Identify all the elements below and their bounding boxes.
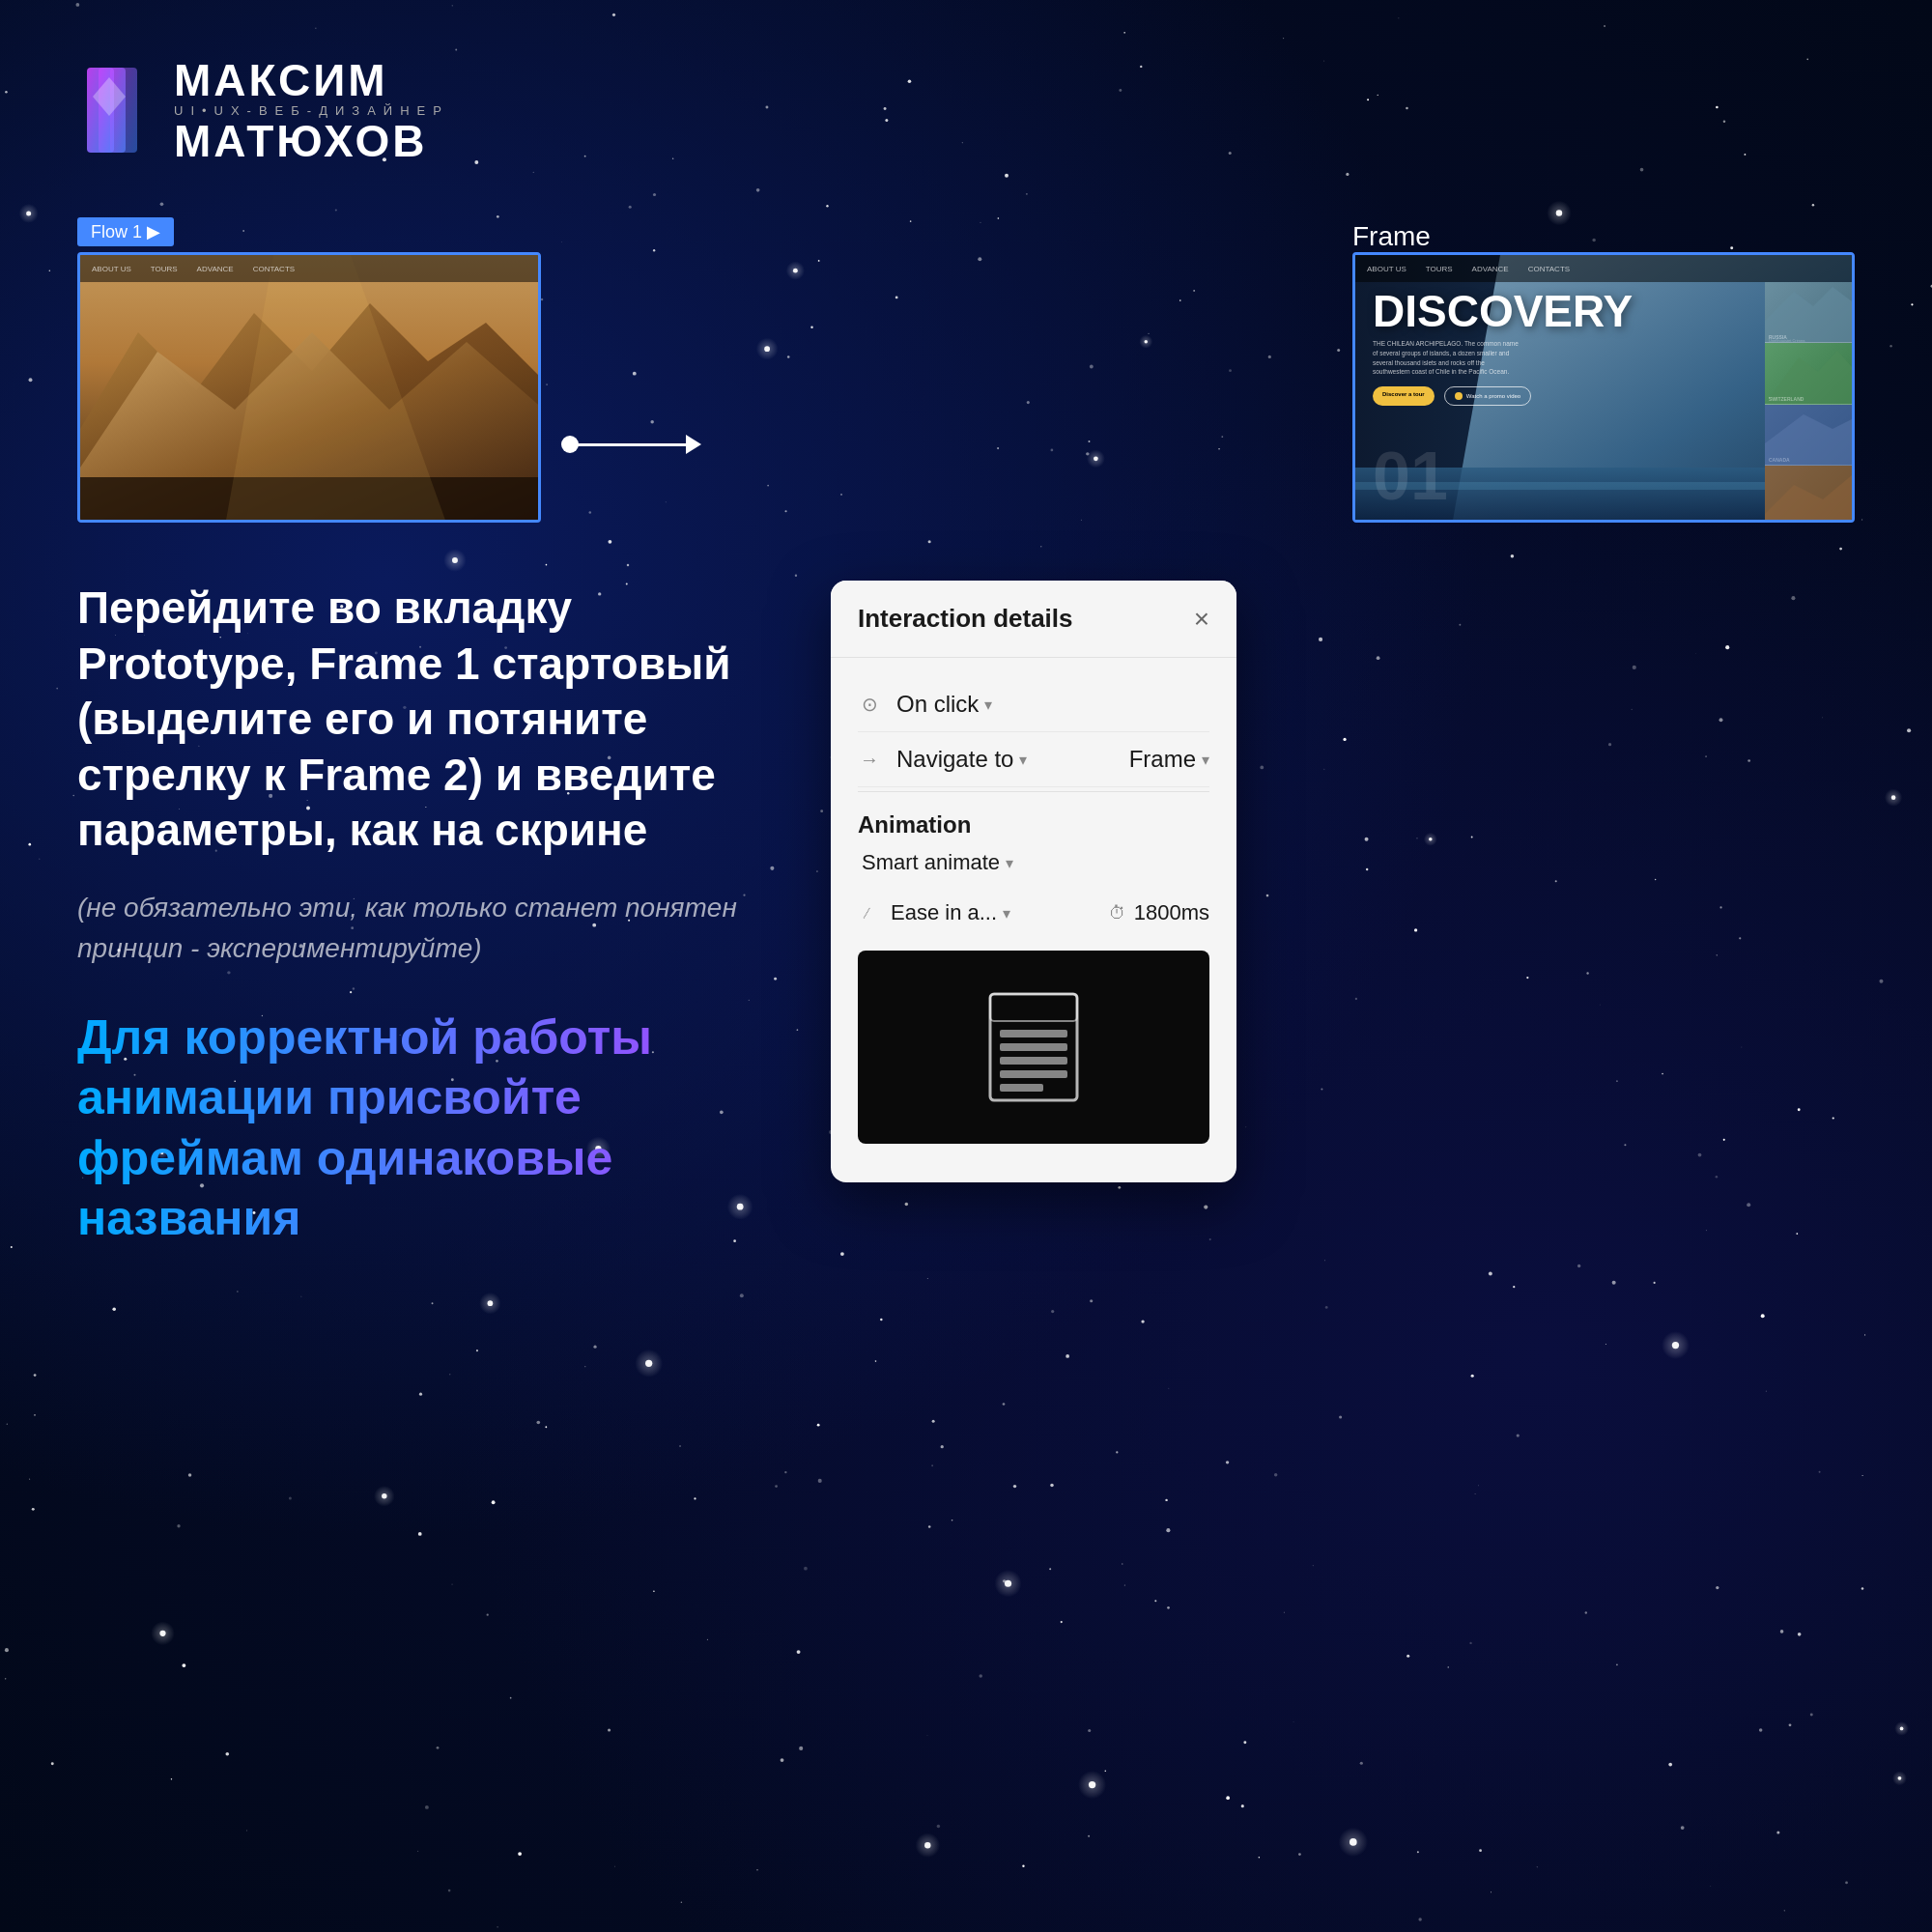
frame1-box: ABOUT US TOURS ADVANCE CONTACTS [77, 252, 541, 523]
panel-title: Interaction details [858, 604, 1073, 634]
thumb-extra [1765, 466, 1852, 523]
svg-rect-23 [990, 994, 1077, 1021]
ease-chevron: ▾ [1003, 904, 1010, 923]
smart-animate-label: Smart animate [862, 850, 1000, 875]
bottom-section: Перейдите во вкладку Prototype, Frame 1 … [77, 581, 1855, 1249]
time-input[interactable]: ⏱ 1800ms [1109, 900, 1209, 925]
clock-icon: ⏱ [1109, 903, 1126, 923]
ease-time-row: ⟋ Ease in a... ▾ ⏱ 1800ms [858, 891, 1209, 941]
on-click-dropdown[interactable]: On click ▾ [896, 691, 992, 718]
frame1-nav: ABOUT US TOURS ADVANCE CONTACTS [80, 255, 538, 282]
smart-animate-row: Smart animate ▾ [858, 846, 1209, 891]
arrow-line [570, 443, 686, 446]
nav2-item3: ADVANCE [1472, 265, 1509, 273]
discover-btn[interactable]: Discover a tour [1373, 386, 1435, 406]
side-thumbnails: RUSSIA Uneflnguistet Crimea SWITZERLAND … [1765, 282, 1852, 523]
smart-animate-chevron: ▾ [1006, 854, 1013, 872]
frames-section: Frame Flow 1 ▶ [77, 221, 1855, 523]
thumb-canada: CANADA [1765, 405, 1852, 466]
frame1-tag[interactable]: Flow 1 ▶ [77, 217, 174, 246]
svg-marker-16 [1765, 351, 1852, 404]
nav2-item4: CONTACTS [1528, 265, 1570, 273]
on-click-row: ⊙ On click ▾ [858, 677, 1209, 732]
navigate-to-row: → Navigate to ▾ Frame ▾ [858, 732, 1209, 787]
navigate-to-label: Navigate to [896, 746, 1013, 773]
frame-dropdown[interactable]: Frame ▾ [1129, 746, 1209, 773]
animation-preview [858, 951, 1209, 1144]
ease-dropdown[interactable]: Ease in a... ▾ [891, 900, 1010, 925]
frame2-box: ABOUT US TOURS ADVANCE CONTACTS DISCOVER… [1352, 252, 1855, 523]
logo-line2: МАТЮХОВ [174, 119, 449, 163]
svg-rect-27 [1000, 1070, 1067, 1078]
frame1-area: Frame Flow 1 ▶ [77, 221, 541, 523]
frame-dropdown-label: Frame [1129, 746, 1196, 773]
logo-text-block: МАКСИМ UI•UX-ВЕБ-ДИЗАЙНЕР МАТЮХОВ [174, 58, 449, 163]
svg-rect-2 [110, 68, 137, 153]
main-instruction-text: Перейдите во вкладку Prototype, Frame 1 … [77, 581, 753, 859]
arrow-dot [561, 436, 579, 453]
discovery-title: DISCOVERY [1373, 289, 1633, 333]
thumb-switzerland: SWITZERLAND [1765, 343, 1852, 404]
logo-icon [77, 63, 155, 159]
nav-item3: ADVANCE [197, 265, 234, 273]
navigate-to-dropdown[interactable]: Navigate to ▾ [896, 746, 1027, 773]
frame2-area: Frame [1352, 221, 1855, 523]
time-value: 1800ms [1134, 900, 1209, 925]
nav-item1: ABOUT US [92, 265, 131, 273]
svg-rect-24 [1000, 1030, 1067, 1037]
ease-curve-icon: ⟋ [856, 901, 878, 925]
svg-rect-28 [1000, 1084, 1043, 1092]
main-content: МАКСИМ UI•UX-ВЕБ-ДИЗАЙНЕР МАТЮХОВ Frame … [0, 0, 1932, 1932]
preview-icon [985, 989, 1082, 1105]
frame-dropdown-chevron: ▾ [1202, 751, 1209, 769]
discovery-number: 01 [1373, 442, 1448, 510]
text-area: Перейдите во вкладку Prototype, Frame 1 … [77, 581, 753, 1249]
nav2-item1: ABOUT US [1367, 265, 1406, 273]
frame2-label: Frame [1352, 221, 1855, 252]
logo-area: МАКСИМ UI•UX-ВЕБ-ДИЗАЙНЕР МАТЮХОВ [77, 58, 1855, 163]
promo-btn[interactable]: Watch a promo video [1444, 386, 1531, 406]
ease-label: Ease in a... [891, 900, 997, 925]
logo-line1: МАКСИМ [174, 58, 449, 102]
svg-rect-25 [1000, 1043, 1067, 1051]
interaction-panel: Interaction details × ⊙ On click ▾ → [831, 581, 1236, 1182]
animation-section-label: Animation [858, 796, 1209, 846]
svg-marker-14 [1765, 287, 1852, 343]
panel-header: Interaction details × [831, 581, 1236, 658]
nav-item4: CONTACTS [253, 265, 295, 273]
frame1-illustration [80, 255, 541, 523]
sub-instruction-text: (не обязательно эти, как только станет п… [77, 888, 753, 969]
panel-divider [858, 791, 1209, 792]
navigate-to-icon: → [858, 749, 881, 771]
frame1-wrapper: Flow 1 ▶ [77, 252, 541, 523]
arrow-head [686, 435, 701, 454]
discovery-btns: Discover a tour Watch a promo video [1373, 386, 1633, 406]
on-click-label: On click [896, 691, 979, 718]
discovery-subtitle: THE CHILEAN ARCHIPELAGO. The common name… [1373, 339, 1522, 377]
smart-animate-dropdown[interactable]: Smart animate ▾ [862, 850, 1209, 875]
frame2-wrapper: ABOUT US TOURS ADVANCE CONTACTS DISCOVER… [1352, 252, 1855, 523]
panel-body: ⊙ On click ▾ → Navigate to ▾ Frame [831, 658, 1236, 1182]
nav2-item2: TOURS [1426, 265, 1453, 273]
frame2-nav: ABOUT US TOURS ADVANCE CONTACTS [1355, 255, 1852, 282]
panel-close-button[interactable]: × [1194, 606, 1209, 633]
discovery-overlay: DISCOVERY THE CHILEAN ARCHIPELAGO. The c… [1373, 289, 1633, 406]
svg-rect-26 [1000, 1057, 1067, 1065]
arrow-connector [541, 443, 715, 446]
navigate-to-chevron: ▾ [1019, 751, 1027, 769]
on-click-chevron: ▾ [984, 696, 992, 714]
thumb-russia: RUSSIA Uneflnguistet Crimea [1765, 282, 1852, 343]
highlight-instruction-text: Для корректной работы анимации присвойте… [77, 1008, 753, 1249]
nav-item2: TOURS [151, 265, 178, 273]
on-click-icon: ⊙ [858, 693, 881, 716]
